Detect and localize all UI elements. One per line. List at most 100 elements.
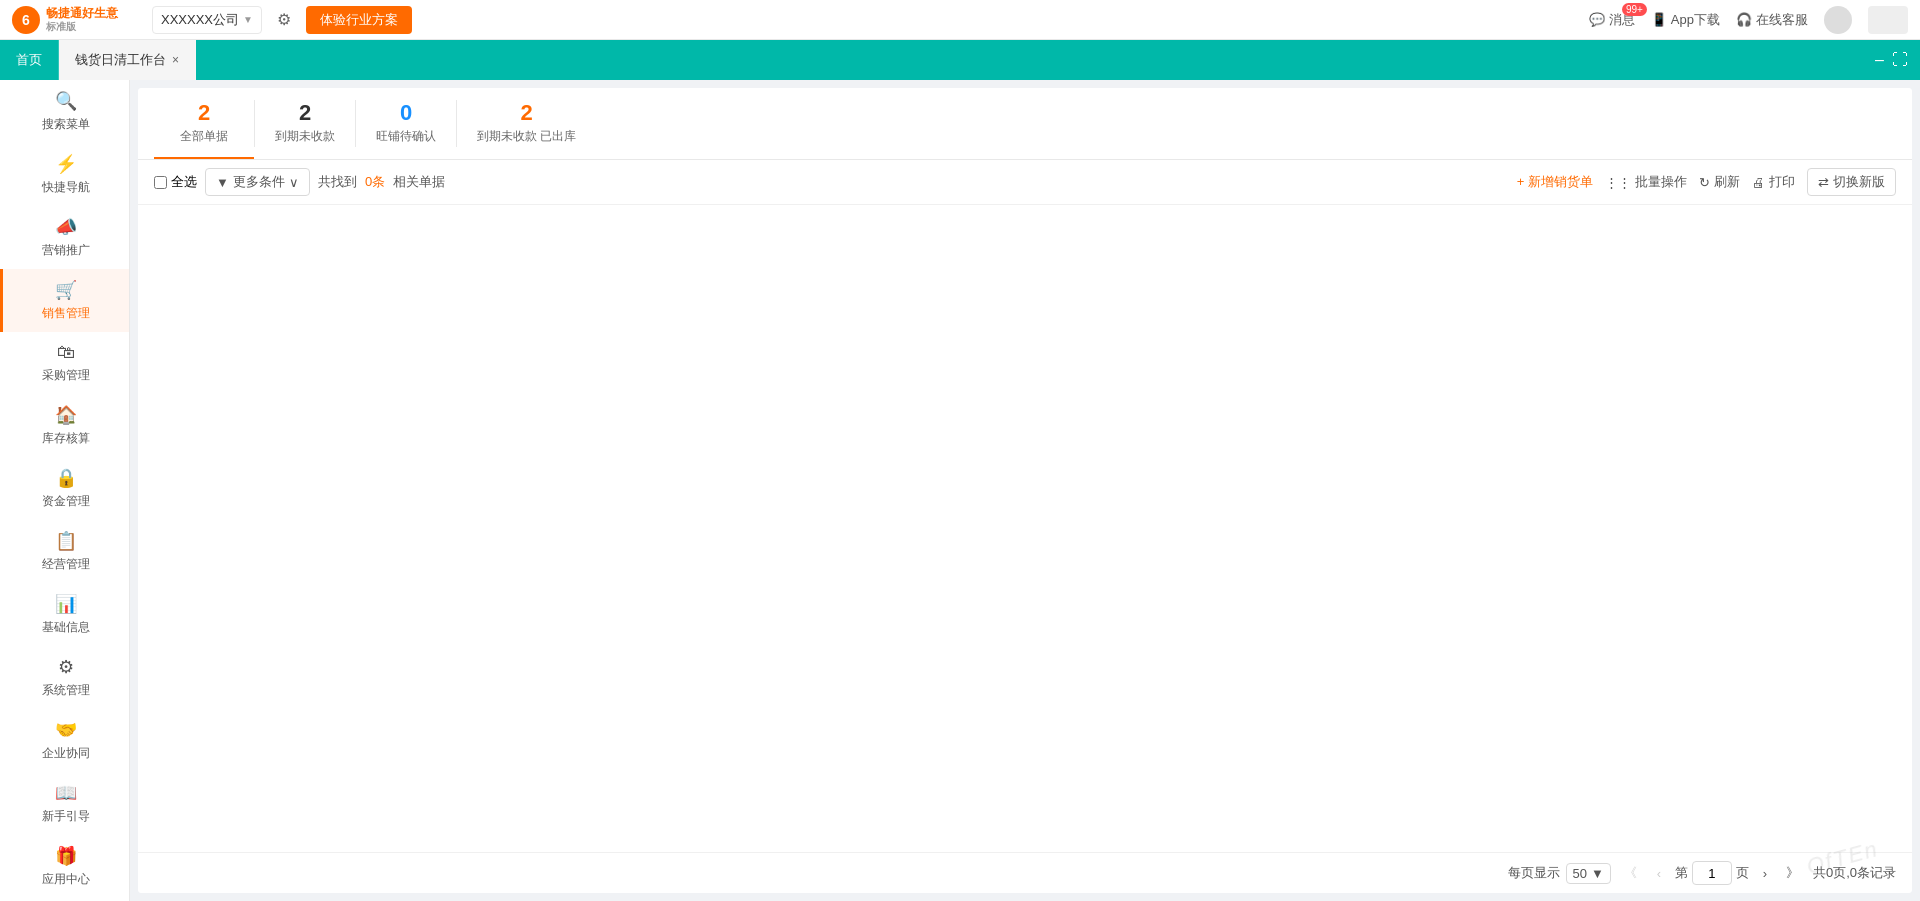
filter-button[interactable]: ▼ 更多条件 ∨ — [205, 168, 310, 196]
sidebar-item-finance[interactable]: 🔒 资金管理 — [0, 457, 129, 520]
sidebar-item-operations[interactable]: 📋 经营管理 — [0, 520, 129, 583]
stats-tabs: 2 全部单据 2 到期未收款 0 旺铺待确认 2 到期未收款 已出库 — [138, 88, 1912, 160]
batch-operation-button[interactable]: ⋮⋮ 批量操作 — [1605, 173, 1687, 191]
per-page-select[interactable]: 50 ▼ — [1566, 863, 1611, 884]
sidebar-item-system[interactable]: ⚙ 系统管理 — [0, 646, 129, 709]
switch-label: 切换新版 — [1833, 173, 1885, 191]
app-download-button[interactable]: 📱 App下载 — [1651, 11, 1720, 29]
sidebar-operations-label: 经营管理 — [42, 556, 90, 573]
stat-tab-shipped[interactable]: 2 到期未收款 已出库 — [457, 88, 596, 159]
filter-icon: ▼ — [216, 175, 229, 190]
sales-icon: 🛒 — [55, 279, 77, 301]
tab-home[interactable]: 首页 — [0, 40, 59, 80]
batch-label: 批量操作 — [1635, 173, 1687, 191]
sidebar-item-guide[interactable]: 📖 新手引导 — [0, 772, 129, 835]
refresh-button[interactable]: ↻ 刷新 — [1699, 173, 1740, 191]
trial-button[interactable]: 体验行业方案 — [306, 6, 412, 34]
logo-area: 6 畅捷通好生意 标准版 — [12, 6, 142, 34]
select-all-input[interactable] — [154, 176, 167, 189]
per-page-selector: 每页显示 50 ▼ — [1508, 863, 1611, 884]
top-right-area: 💬 消息 99+ 📱 App下载 🎧 在线客服 — [1589, 6, 1908, 34]
appcenter-icon: 🎁 — [55, 845, 77, 867]
per-page-value: 50 — [1573, 866, 1587, 881]
sidebar-system-label: 系统管理 — [42, 682, 90, 699]
logo-text: 畅捷通好生意 标准版 — [46, 6, 118, 32]
total-records-info: 共0页,0条记录 — [1813, 864, 1896, 882]
found-suffix: 相关单据 — [393, 173, 445, 191]
sidebar-item-quicknav[interactable]: ⚡ 快捷导航 — [0, 143, 129, 206]
inventory-icon: 🏠 — [55, 404, 77, 426]
online-service-button[interactable]: 🎧 在线客服 — [1736, 11, 1808, 29]
first-page-button[interactable]: 《 — [1619, 861, 1643, 885]
stat-shipped-label: 到期未收款 已出库 — [477, 128, 576, 145]
main-content: 2 全部单据 2 到期未收款 0 旺铺待确认 2 到期未收款 已出库 — [130, 80, 1920, 901]
company-selector[interactable]: XXXXXX公司 ▼ — [152, 6, 262, 34]
layout: 🔍 搜索菜单 ⚡ 快捷导航 📣 营销推广 🛒 销售管理 🛍 采购管理 🏠 库存核… — [0, 80, 1920, 901]
sidebar-sales-label: 销售管理 — [42, 305, 90, 322]
tab-home-label: 首页 — [16, 51, 42, 69]
next-page-button[interactable]: › — [1753, 861, 1777, 885]
company-name: XXXXXX公司 — [161, 11, 239, 29]
tab-qianhuoriqing[interactable]: 钱货日清工作台 × — [59, 40, 196, 80]
system-icon: ⚙ — [58, 656, 74, 678]
switch-icon: ⇄ — [1818, 175, 1829, 190]
avatar[interactable] — [1824, 6, 1852, 34]
app-icon: 📱 — [1651, 12, 1667, 27]
chevron-down-icon: ▼ — [243, 14, 253, 25]
switch-new-version-button[interactable]: ⇄ 切换新版 — [1807, 168, 1896, 196]
content-area: 2 全部单据 2 到期未收款 0 旺铺待确认 2 到期未收款 已出库 — [138, 88, 1912, 893]
service-icon: 🎧 — [1736, 12, 1752, 27]
tab-close-icon[interactable]: × — [172, 53, 179, 67]
tab-expand-button[interactable]: ⛶ — [1892, 51, 1908, 69]
found-prefix: 共找到 — [318, 173, 357, 191]
stat-pending-label: 旺铺待确认 — [376, 128, 436, 145]
tab-minimize-button[interactable]: – — [1875, 51, 1884, 69]
sidebar: 🔍 搜索菜单 ⚡ 快捷导航 📣 营销推广 🛒 销售管理 🛍 采购管理 🏠 库存核… — [0, 80, 130, 901]
stat-overdue-count: 2 — [299, 100, 311, 126]
settings-button[interactable]: ⚙ — [270, 6, 298, 34]
message-icon: 💬 — [1589, 12, 1605, 27]
stat-all-label: 全部单据 — [180, 128, 228, 145]
sidebar-marketing-label: 营销推广 — [42, 242, 90, 259]
app-logo-icon: 6 — [12, 6, 40, 34]
sidebar-item-basicinfo[interactable]: 📊 基础信息 — [0, 583, 129, 646]
sidebar-item-sales[interactable]: 🛒 销售管理 — [0, 269, 129, 332]
stat-overdue-label: 到期未收款 — [275, 128, 335, 145]
operations-icon: 📋 — [55, 530, 77, 552]
last-page-button[interactable]: 》 — [1781, 861, 1805, 885]
found-count: 0条 — [365, 173, 385, 191]
empty-table-area — [138, 205, 1912, 852]
prev-page-button[interactable]: ‹ — [1647, 861, 1671, 885]
select-all-checkbox[interactable]: 全选 — [154, 173, 197, 191]
tab-actions: – ⛶ — [1875, 51, 1920, 69]
page-input[interactable] — [1692, 861, 1732, 885]
app-label: App下载 — [1671, 11, 1720, 29]
message-button[interactable]: 💬 消息 99+ — [1589, 11, 1635, 29]
sidebar-guide-label: 新手引导 — [42, 808, 90, 825]
sidebar-item-inventory[interactable]: 🏠 库存核算 — [0, 394, 129, 457]
stat-pending-count: 0 — [400, 100, 412, 126]
stat-tab-pending[interactable]: 0 旺铺待确认 — [356, 88, 456, 159]
sidebar-item-marketing[interactable]: 📣 营销推广 — [0, 206, 129, 269]
sidebar-item-search[interactable]: 🔍 搜索菜单 — [0, 80, 129, 143]
user-name-display[interactable] — [1868, 6, 1908, 34]
finance-icon: 🔒 — [55, 467, 77, 489]
tab-qianhuoriqing-label: 钱货日清工作台 — [75, 51, 166, 69]
stat-tab-all[interactable]: 2 全部单据 — [154, 88, 254, 159]
sidebar-basicinfo-label: 基础信息 — [42, 619, 90, 636]
stat-shipped-count: 2 — [521, 100, 533, 126]
sidebar-item-appcenter[interactable]: 🎁 应用中心 — [0, 835, 129, 898]
logo-sub: 标准版 — [46, 21, 118, 33]
refresh-icon: ↻ — [1699, 175, 1710, 190]
print-button[interactable]: 🖨 打印 — [1752, 173, 1795, 191]
sidebar-quicknav-label: 快捷导航 — [42, 179, 90, 196]
add-sales-order-button[interactable]: + 新增销货单 — [1517, 173, 1593, 191]
sidebar-item-purchase[interactable]: 🛍 采购管理 — [0, 332, 129, 394]
basicinfo-icon: 📊 — [55, 593, 77, 615]
search-icon: 🔍 — [55, 90, 77, 112]
per-page-chevron-icon: ▼ — [1591, 866, 1604, 881]
page-navigation: 《 ‹ 第 页 › 》 — [1619, 861, 1805, 885]
stat-tab-overdue[interactable]: 2 到期未收款 — [255, 88, 355, 159]
sidebar-item-enterprise[interactable]: 🤝 企业协同 — [0, 709, 129, 772]
batch-icon: ⋮⋮ — [1605, 175, 1631, 190]
